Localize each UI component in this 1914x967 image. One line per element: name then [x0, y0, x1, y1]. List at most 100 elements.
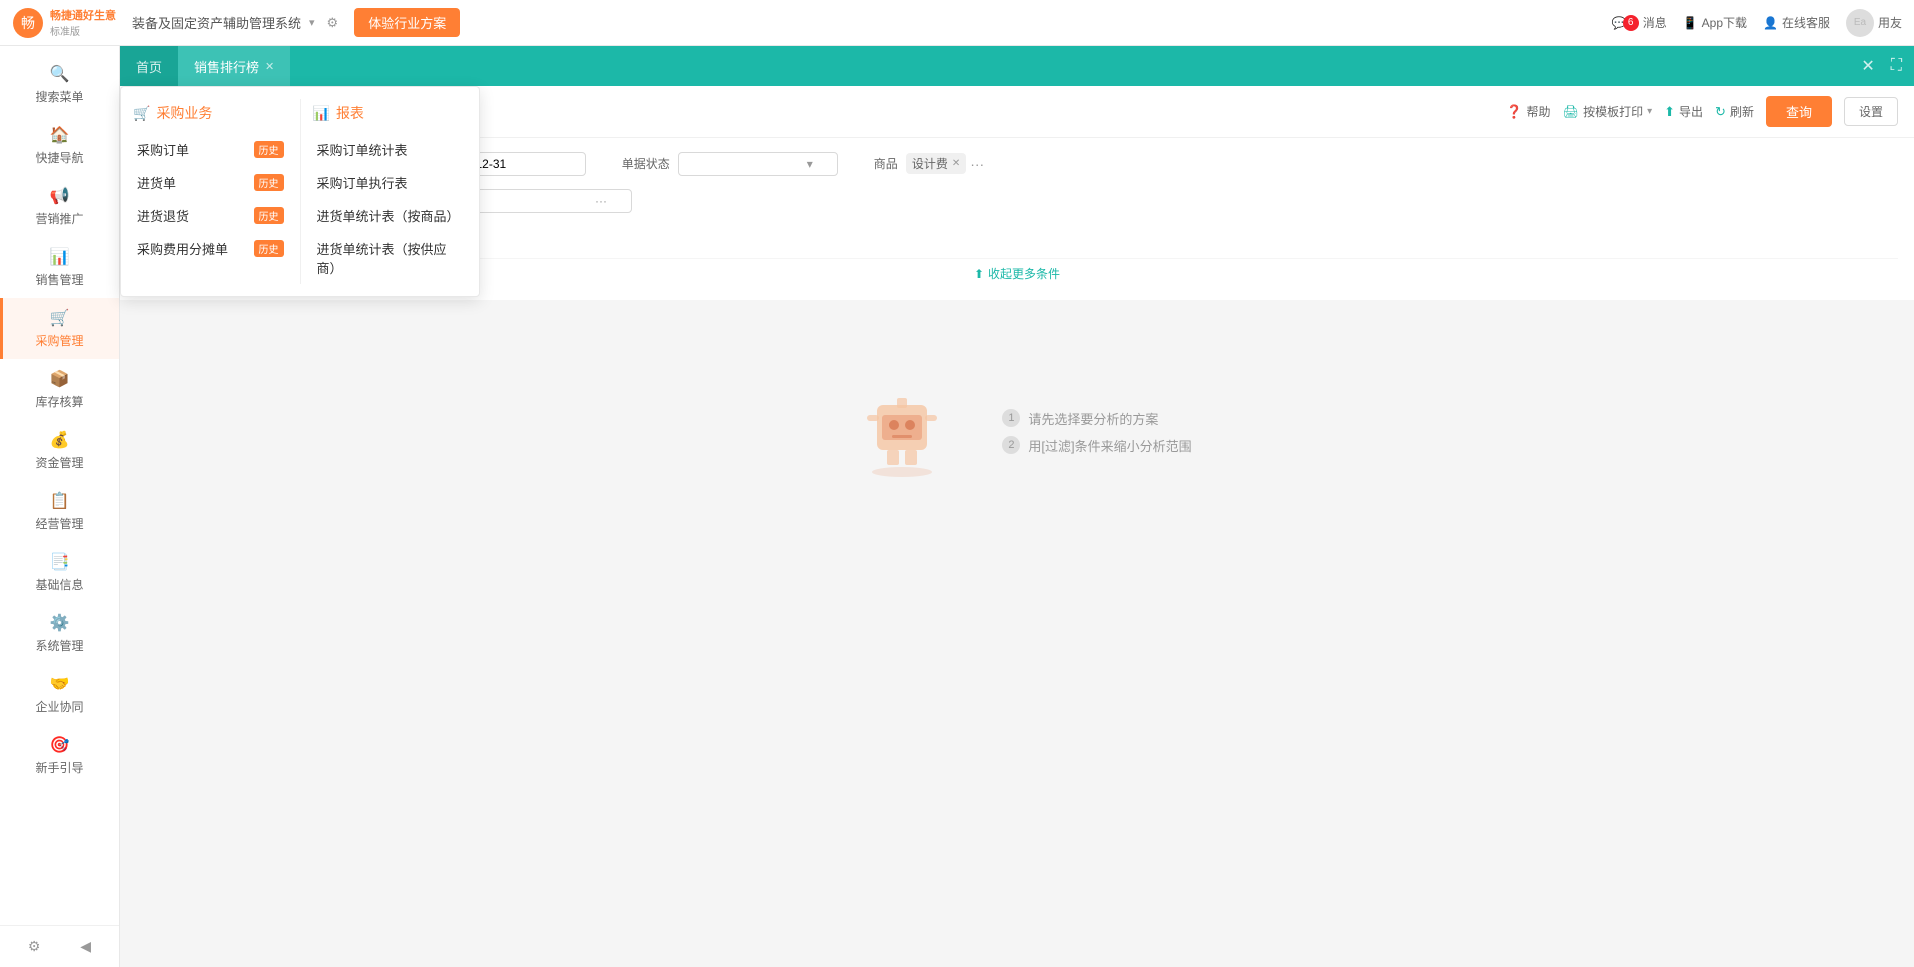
- tab-close-all-icon[interactable]: ✕: [1857, 52, 1878, 80]
- online-service-item[interactable]: 👤 在线客服: [1763, 14, 1830, 31]
- refresh-label: 刷新: [1730, 103, 1754, 120]
- sales-icon: 📊: [50, 247, 70, 267]
- empty-hint-1: 1 请先选择要分析的方案: [1002, 409, 1158, 428]
- sidebar-label-purchase: 采购管理: [35, 332, 83, 349]
- system-settings-icon[interactable]: ⚙: [327, 15, 339, 31]
- history-badge-3: 历史: [254, 240, 284, 257]
- title-dropdown-arrow[interactable]: ▾: [309, 16, 315, 29]
- sidebar-bottom: ⚙ ◀: [0, 925, 119, 967]
- collapse-sidebar-icon[interactable]: ◀: [80, 938, 91, 955]
- tab-bar-right: ✕ ⛶: [1857, 52, 1914, 80]
- logo-title: 畅捷通好生意: [50, 7, 116, 23]
- guide-icon: 🎯: [50, 735, 70, 755]
- hint-num-1: 1: [1002, 409, 1020, 427]
- dropdown-cols: 🛒 采购业务 采购订单 历史 进货单 历史 进货退货 历史 采购费用分摊单 历史: [121, 99, 479, 284]
- tab-sales-rank[interactable]: 销售排行榜 ✕: [178, 46, 290, 86]
- tab-maximize-icon[interactable]: ⛶: [1887, 53, 1906, 79]
- sidebar-item-basic[interactable]: 📑 基础信息: [0, 542, 119, 603]
- basic-icon: 📑: [50, 552, 70, 572]
- goods-tag-close[interactable]: ✕: [952, 158, 960, 169]
- sidebar-label-system: 系统管理: [35, 637, 83, 654]
- sidebar-label-operation: 经营管理: [35, 515, 83, 532]
- dropdown-item-report-1[interactable]: 采购订单统计表: [313, 133, 468, 166]
- sidebar-item-inventory[interactable]: 📦 库存核算: [0, 359, 119, 420]
- report-1-label: 采购订单统计表: [317, 140, 408, 159]
- goods-return-label: 进货退货: [137, 206, 189, 225]
- empty-state: 1 请先选择要分析的方案 2 用[过滤]条件来缩小分析范围: [120, 300, 1914, 563]
- dropdown-item-goods-in[interactable]: 进货单 历史: [133, 166, 288, 199]
- finance-icon: 💰: [50, 430, 70, 450]
- trial-button[interactable]: 体验行业方案: [354, 8, 460, 37]
- tab-close-icon[interactable]: ✕: [265, 60, 274, 73]
- app-label: App下载: [1702, 14, 1747, 31]
- print-label: 按模板打印: [1583, 103, 1643, 120]
- sidebar-item-guide[interactable]: 🎯 新手引导: [0, 725, 119, 786]
- collapse-btn[interactable]: ⬆ 收起更多条件: [974, 265, 1060, 282]
- report-col-title: 📊 报表: [313, 99, 468, 133]
- sidebar-item-search[interactable]: 🔍 搜索菜单: [0, 54, 119, 115]
- sidebar-item-corp[interactable]: 🤝 企业协同: [0, 664, 119, 725]
- app-download-item[interactable]: 📱 App下载: [1683, 14, 1747, 31]
- tab-home-label: 首页: [136, 57, 162, 76]
- salesperson-more[interactable]: ···: [595, 194, 607, 208]
- purchase-col-title: 🛒 采购业务: [133, 99, 288, 133]
- tab-home[interactable]: 首页: [120, 46, 178, 86]
- sidebar-label-corp: 企业协同: [35, 698, 83, 715]
- doc-status-select[interactable]: ▾: [678, 152, 838, 176]
- doc-status-arrow: ▾: [807, 157, 813, 171]
- empty-hint-2: 2 用[过滤]条件来缩小分析范围: [1002, 436, 1191, 455]
- sidebar-item-marketing[interactable]: 📢 营销推广: [0, 176, 119, 237]
- sidebar-item-quicknav[interactable]: 🏠 快捷导航: [0, 115, 119, 176]
- sidebar-label-finance: 资金管理: [35, 454, 83, 471]
- print-btn[interactable]: 🖨 按模板打印 ▾: [1563, 103, 1653, 120]
- dropdown-item-goods-return[interactable]: 进货退货 历史: [133, 199, 288, 232]
- logo-area: 畅 畅捷通好生意 标准版: [12, 7, 132, 39]
- tab-bar: 首页 销售排行榜 ✕ ✕ ⛶: [120, 46, 1914, 86]
- refresh-btn[interactable]: ↻ 刷新: [1715, 103, 1754, 120]
- top-header: 畅 畅捷通好生意 标准版 装备及固定资产辅助管理系统 ▾ ⚙ 体验行业方案 💬 …: [0, 0, 1914, 46]
- print-icon: 🖨: [1563, 104, 1580, 120]
- goods-in-label: 进货单: [137, 173, 176, 192]
- help-btn[interactable]: ❓ 帮助: [1506, 103, 1550, 120]
- corp-icon: 🤝: [50, 674, 70, 694]
- history-badge-2: 历史: [254, 207, 284, 224]
- settings-button[interactable]: 设置: [1844, 97, 1898, 126]
- purchase-icon: 🛒: [50, 308, 70, 328]
- sidebar-item-operation[interactable]: 📋 经营管理: [0, 481, 119, 542]
- sidebar-item-finance[interactable]: 💰 资金管理: [0, 420, 119, 481]
- query-button[interactable]: 查询: [1766, 96, 1832, 127]
- dropdown-item-report-4[interactable]: 进货单统计表（按供应商）: [313, 232, 468, 284]
- purchase-col-icon: 🛒: [133, 105, 150, 122]
- operation-icon: 📋: [50, 491, 70, 511]
- marketing-icon: 📢: [50, 186, 70, 206]
- sidebar-item-purchase[interactable]: 🛒 采购管理: [0, 298, 119, 359]
- dropdown-item-purchase-order[interactable]: 采购订单 历史: [133, 133, 288, 166]
- service-label: 在线客服: [1782, 14, 1830, 31]
- user-label: 用友: [1878, 14, 1902, 31]
- goods-tag: 设计费 ✕: [906, 153, 966, 174]
- report-col: 📊 报表 采购订单统计表 采购订单执行表 进货单统计表（按商品） 进货单统计表（…: [301, 99, 480, 284]
- print-arrow: ▾: [1647, 106, 1652, 117]
- purchase-col: 🛒 采购业务 采购订单 历史 进货单 历史 进货退货 历史 采购费用分摊单 历史: [121, 99, 301, 284]
- report-col-icon: 📊: [313, 105, 330, 122]
- hint-text-2: 用[过滤]条件来缩小分析范围: [1028, 436, 1191, 455]
- dropdown-item-report-3[interactable]: 进货单统计表（按商品）: [313, 199, 468, 232]
- report-3-label: 进货单统计表（按商品）: [317, 206, 460, 225]
- message-item[interactable]: 💬 6 消息: [1612, 14, 1667, 31]
- collapse-up-icon: ⬆: [974, 267, 984, 281]
- sidebar-label-inventory: 库存核算: [35, 393, 83, 410]
- settings-bottom-icon[interactable]: ⚙: [28, 938, 41, 955]
- purchase-col-title-text: 采购业务: [156, 103, 212, 123]
- phone-icon: 📱: [1683, 16, 1698, 30]
- dropdown-item-report-2[interactable]: 采购订单执行表: [313, 166, 468, 199]
- goods-more-btn[interactable]: ···: [970, 156, 984, 172]
- message-label: 消息: [1643, 14, 1667, 31]
- export-btn[interactable]: ⬆ 导出: [1664, 103, 1703, 120]
- sidebar-item-sales[interactable]: 📊 销售管理: [0, 237, 119, 298]
- service-icon: 👤: [1763, 16, 1778, 30]
- dropdown-item-purchase-expense[interactable]: 采购费用分摊单 历史: [133, 232, 288, 265]
- user-item[interactable]: Ea 用友: [1846, 9, 1902, 37]
- help-label: 帮助: [1527, 103, 1551, 120]
- sidebar-label-search: 搜索菜单: [35, 88, 83, 105]
- sidebar-item-system[interactable]: ⚙️ 系统管理: [0, 603, 119, 664]
